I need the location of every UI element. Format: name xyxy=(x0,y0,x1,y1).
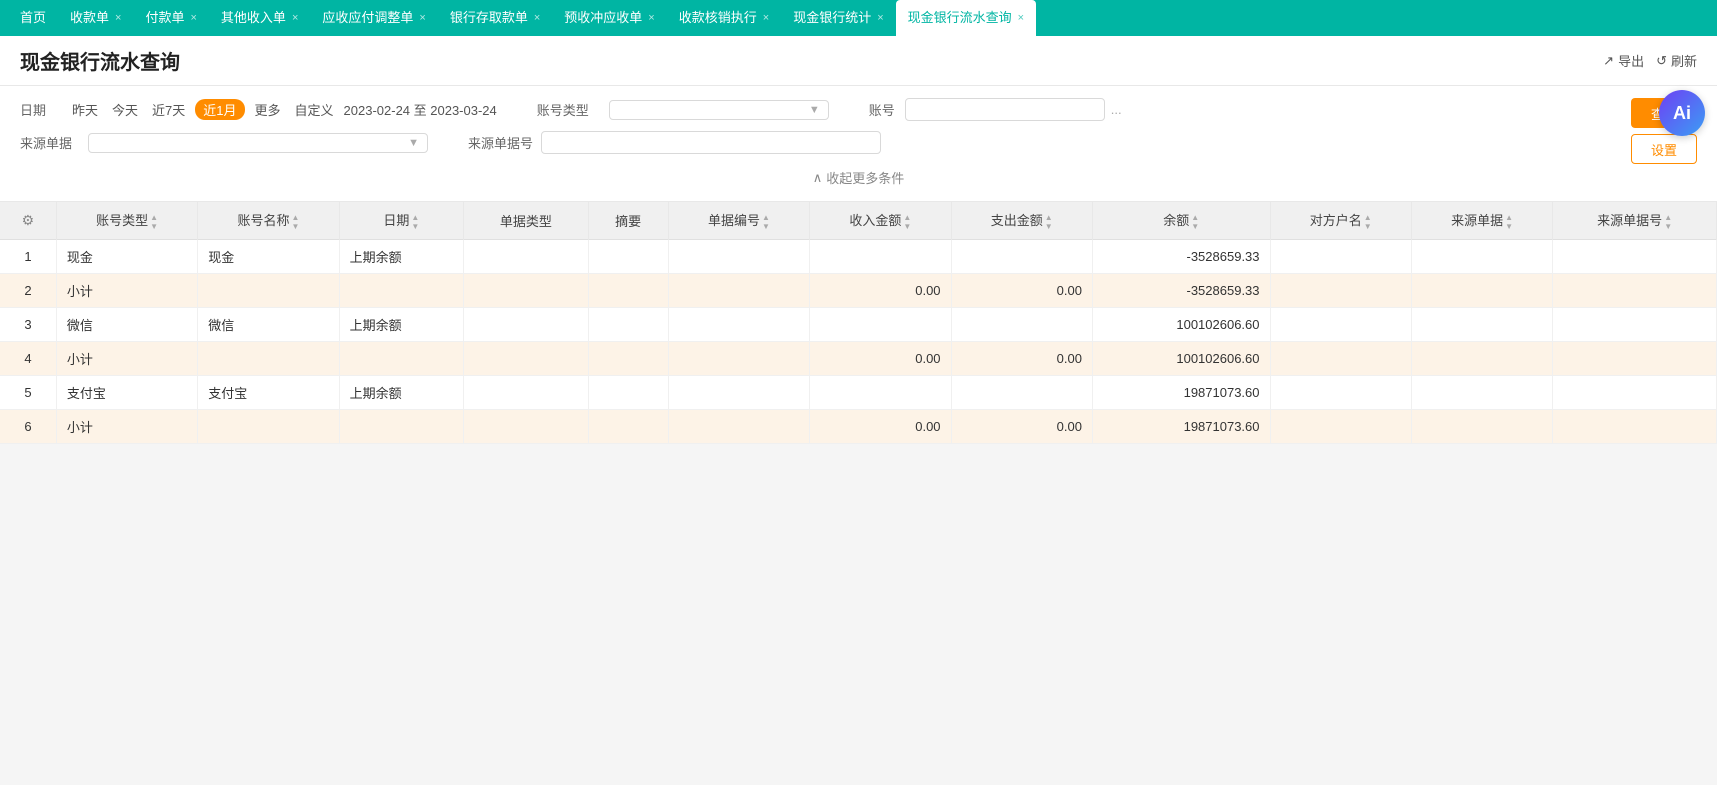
page-header: 现金银行流水查询 ↗ 导出 ↺ 刷新 xyxy=(0,36,1717,86)
account-input[interactable] xyxy=(905,98,1105,121)
collapse-bar[interactable]: ∧ 收起更多条件 xyxy=(20,164,1697,193)
date-opt-last1m[interactable]: 近1月 xyxy=(195,99,244,120)
date-options: 昨天 今天 近7天 近1月 更多 自定义 xyxy=(68,99,338,120)
nav-item-receipt[interactable]: 收款单× xyxy=(58,0,133,36)
nav-item-other-income[interactable]: 其他收入单× xyxy=(209,0,310,36)
data-table: ⚙ 账号类型▲▼ 账号名称▲▼ 日期▲▼ 单据类型 摘要 单据编号▲▼ 收入金额… xyxy=(0,202,1717,444)
col-source-doc: 来源单据▲▼ xyxy=(1411,202,1552,239)
setting-button[interactable]: 设置 xyxy=(1631,134,1697,164)
date-opt-custom[interactable]: 自定义 xyxy=(291,99,338,120)
col-counterpart: 对方户名▲▼ xyxy=(1270,202,1411,239)
nav-item-pre-collect[interactable]: 预收冲应收单× xyxy=(552,0,666,36)
nav-item-home[interactable]: 首页 xyxy=(8,0,58,36)
refresh-button[interactable]: ↺ 刷新 xyxy=(1656,51,1697,70)
nav-item-adjust[interactable]: 应收应付调整单× xyxy=(310,0,437,36)
table-container: ⚙ 账号类型▲▼ 账号名称▲▼ 日期▲▼ 单据类型 摘要 单据编号▲▼ 收入金额… xyxy=(0,202,1717,444)
source-doc-no-input[interactable] xyxy=(541,131,881,154)
ai-badge[interactable]: Ai xyxy=(1659,90,1705,136)
account-label: 账号 xyxy=(869,100,897,119)
table-row: 5支付宝支付宝上期余额19871073.60 xyxy=(0,375,1717,409)
export-icon: ↗ xyxy=(1603,53,1614,69)
close-icon-cash-bank-flow[interactable]: × xyxy=(1018,0,1024,36)
table-row: 1现金现金上期余额-3528659.33 xyxy=(0,239,1717,273)
nav-item-collect-exec[interactable]: 收款核销执行× xyxy=(667,0,781,36)
table-row: 2小计0.000.00-3528659.33 xyxy=(0,273,1717,307)
table-row: 4小计0.000.00100102606.60 xyxy=(0,341,1717,375)
page-title: 现金银行流水查询 xyxy=(20,46,180,75)
table-header-row: ⚙ 账号类型▲▼ 账号名称▲▼ 日期▲▼ 单据类型 摘要 单据编号▲▼ 收入金额… xyxy=(0,202,1717,239)
account-type-chevron-icon: ▼ xyxy=(809,104,820,116)
table-row: 6小计0.000.0019871073.60 xyxy=(0,409,1717,443)
close-icon-cash-bank-stat[interactable]: × xyxy=(877,0,883,36)
col-doc-type: 单据类型 xyxy=(464,202,588,239)
ai-label: Ai xyxy=(1673,103,1691,124)
col-gear[interactable]: ⚙ xyxy=(0,202,56,239)
nav-item-cash-bank-stat[interactable]: 现金银行统计× xyxy=(781,0,895,36)
date-opt-yesterday[interactable]: 昨天 xyxy=(68,99,102,120)
source-doc-no-label: 来源单据号 xyxy=(468,133,533,152)
source-doc-chevron-icon: ▼ xyxy=(408,137,419,149)
date-opt-last7[interactable]: 近7天 xyxy=(148,99,189,120)
date-filter-row: 日期 昨天 今天 近7天 近1月 更多 自定义 2023-02-24 至 202… xyxy=(20,98,1631,121)
source-doc-select[interactable]: ▼ xyxy=(88,133,428,153)
col-account-name: 账号名称▲▼ xyxy=(198,202,339,239)
account-type-select[interactable]: ▼ xyxy=(609,100,829,120)
collapse-up-icon: ∧ xyxy=(813,170,823,186)
col-balance: 余额▲▼ xyxy=(1092,202,1270,239)
col-source-doc-no: 来源单据号▲▼ xyxy=(1553,202,1717,239)
date-range: 2023-02-24 至 2023-03-24 xyxy=(344,100,497,119)
table-row: 3微信微信上期余额100102606.60 xyxy=(0,307,1717,341)
account-type-label: 账号类型 xyxy=(537,100,593,119)
filter-row-top: 日期 昨天 今天 近7天 近1月 更多 自定义 2023-02-24 至 202… xyxy=(20,98,1697,164)
export-button[interactable]: ↗ 导出 xyxy=(1603,51,1644,70)
col-expense: 支出金额▲▼ xyxy=(951,202,1092,239)
gear-icon[interactable]: ⚙ xyxy=(22,212,35,228)
source-doc-label: 来源单据 xyxy=(20,133,72,152)
col-income: 收入金额▲▼ xyxy=(810,202,951,239)
col-date: 日期▲▼ xyxy=(339,202,463,239)
collapse-label: 收起更多条件 xyxy=(826,168,904,187)
close-icon-collect-exec[interactable]: × xyxy=(763,0,769,36)
close-icon-receipt[interactable]: × xyxy=(115,0,121,36)
account-more-button[interactable]: ... xyxy=(1105,99,1128,120)
close-icon-adjust[interactable]: × xyxy=(419,0,425,36)
col-doc-no: 单据编号▲▼ xyxy=(668,202,809,239)
source-doc-filter-row: 来源单据 ▼ 来源单据号 xyxy=(20,131,1631,154)
top-nav: 首页收款单×付款单×其他收入单×应收应付调整单×银行存取款单×预收冲应收单×收款… xyxy=(0,0,1717,36)
filter-area: 日期 昨天 今天 近7天 近1月 更多 自定义 2023-02-24 至 202… xyxy=(0,86,1717,202)
date-opt-today[interactable]: 今天 xyxy=(108,99,142,120)
date-opt-more[interactable]: 更多 xyxy=(251,99,285,120)
close-icon-payment[interactable]: × xyxy=(190,0,196,36)
header-actions: ↗ 导出 ↺ 刷新 xyxy=(1603,51,1697,70)
nav-item-bank-deposit[interactable]: 银行存取款单× xyxy=(438,0,552,36)
nav-item-cash-bank-flow[interactable]: 现金银行流水查询× xyxy=(896,0,1036,36)
date-label: 日期 xyxy=(20,100,60,119)
close-icon-other-income[interactable]: × xyxy=(292,0,298,36)
nav-item-payment[interactable]: 付款单× xyxy=(133,0,208,36)
close-icon-bank-deposit[interactable]: × xyxy=(534,0,540,36)
filter-left: 日期 昨天 今天 近7天 近1月 更多 自定义 2023-02-24 至 202… xyxy=(20,98,1631,164)
close-icon-pre-collect[interactable]: × xyxy=(648,0,654,36)
col-summary: 摘要 xyxy=(588,202,668,239)
refresh-icon: ↺ xyxy=(1656,53,1667,69)
col-account-type: 账号类型▲▼ xyxy=(56,202,197,239)
